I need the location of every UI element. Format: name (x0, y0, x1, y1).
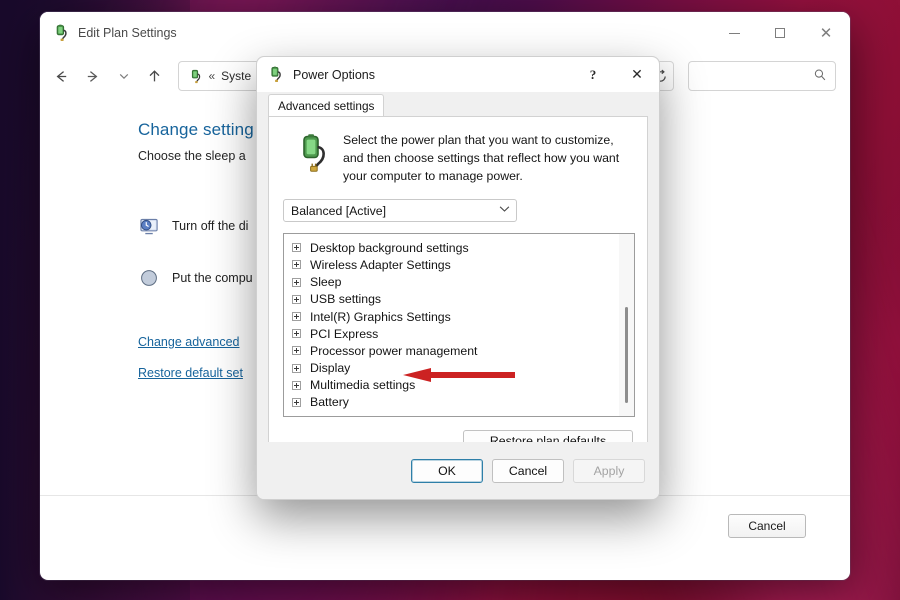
list-item-label: Display (310, 361, 351, 376)
setting-label: Turn off the di (172, 219, 249, 233)
list-item-label: Wireless Adapter Settings (310, 257, 451, 272)
list-item-label: USB settings (310, 292, 382, 307)
scrollbar[interactable] (619, 234, 634, 417)
list-item[interactable]: Processor power management (292, 342, 634, 359)
dialog-titlebar: Power Options ? ✕ (257, 57, 659, 92)
cancel-button[interactable]: Cancel (492, 458, 564, 483)
expand-plus-icon[interactable] (292, 380, 301, 390)
dialog-panel: Select the power plan that you want to c… (268, 116, 648, 464)
monitor-clock-icon (138, 215, 160, 237)
expand-plus-icon[interactable] (292, 363, 301, 373)
tab-label: Advanced settings (278, 98, 375, 113)
tree-items: Desktop background settings Wireless Ada… (284, 234, 634, 411)
power-plug-battery-icon (52, 24, 70, 42)
maximize-icon[interactable] (757, 12, 802, 54)
forward-arrow-icon[interactable] (79, 60, 106, 92)
power-plug-battery-icon (267, 66, 284, 83)
tab-strip: Advanced settings (257, 92, 659, 116)
list-item-label: PCI Express (310, 326, 379, 341)
chevron-down-icon[interactable] (499, 205, 510, 216)
list-item-label: Processor power management (310, 343, 478, 358)
back-arrow-icon[interactable] (48, 60, 75, 92)
expand-plus-icon[interactable] (292, 397, 301, 407)
list-item[interactable]: Sleep (292, 274, 634, 291)
advanced-settings-tree[interactable]: Desktop background settings Wireless Ada… (283, 233, 635, 418)
up-arrow-icon[interactable] (141, 60, 168, 92)
scrollbar-thumb[interactable] (625, 307, 628, 404)
list-item[interactable]: USB settings (292, 291, 634, 308)
expand-plus-icon[interactable] (292, 243, 301, 253)
list-item[interactable]: Wireless Adapter Settings (292, 256, 634, 273)
help-icon[interactable]: ? (571, 57, 615, 92)
search-box[interactable] (688, 61, 836, 91)
power-plan-value: Balanced [Active] (291, 203, 387, 218)
search-input[interactable] (697, 69, 809, 83)
list-item-label: Sleep (310, 275, 342, 290)
dialog-footer: OK Cancel Apply (257, 442, 659, 499)
window-title: Edit Plan Settings (78, 26, 177, 40)
list-item[interactable]: Display (292, 360, 634, 377)
power-plug-battery-icon (296, 134, 330, 172)
expand-plus-icon[interactable] (292, 294, 301, 304)
breadcrumb[interactable]: Syste (221, 69, 251, 83)
chevron-down-icon[interactable] (110, 60, 137, 92)
power-plan-select[interactable]: Balanced [Active] (283, 199, 517, 223)
intro-text: Select the power plan that you want to c… (343, 133, 620, 184)
list-item[interactable]: PCI Express (292, 325, 634, 342)
ok-button[interactable]: OK (411, 458, 483, 483)
expand-plus-icon[interactable] (292, 346, 301, 356)
expand-plus-icon[interactable] (292, 260, 301, 270)
power-plug-battery-icon (187, 68, 203, 84)
list-item-label: Intel(R) Graphics Settings (310, 309, 451, 324)
power-options-dialog: Power Options ? ✕ Advanced settings Sele… (256, 56, 660, 500)
help-glyph: ? (589, 66, 597, 82)
list-item-multimedia-settings[interactable]: Multimedia settings (292, 377, 634, 394)
tab-advanced-settings[interactable]: Advanced settings (268, 94, 385, 116)
dialog-title: Power Options (293, 67, 375, 82)
search-icon[interactable] (813, 68, 827, 85)
list-item-label: Battery (310, 395, 349, 410)
list-item[interactable]: Intel(R) Graphics Settings (292, 308, 634, 325)
list-item-label: Multimedia settings (310, 378, 416, 393)
sleep-moon-icon (138, 267, 160, 289)
setting-label: Put the compu (172, 271, 253, 285)
desktop: Edit Plan Settings ✕ « Syste Change sett… (0, 0, 900, 600)
expand-plus-icon[interactable] (292, 312, 301, 322)
minimize-icon[interactable] (712, 12, 757, 54)
list-item[interactable]: Desktop background settings (292, 239, 634, 256)
window-controls: ✕ (712, 12, 850, 54)
apply-button[interactable]: Apply (573, 458, 645, 483)
cancel-button[interactable]: Cancel (728, 514, 806, 538)
close-icon[interactable]: ✕ (802, 12, 850, 54)
close-glyph: ✕ (631, 66, 643, 83)
window-titlebar: Edit Plan Settings ✕ (40, 12, 850, 54)
close-icon[interactable]: ✕ (615, 57, 659, 92)
expand-plus-icon[interactable] (292, 329, 301, 339)
intro-block: Select the power plan that you want to c… (282, 131, 634, 185)
breadcrumb-overflow[interactable]: « (208, 69, 215, 83)
expand-plus-icon[interactable] (292, 277, 301, 287)
list-item[interactable]: Battery (292, 394, 634, 411)
dialog-controls: ? ✕ (571, 57, 659, 92)
list-item-label: Desktop background settings (310, 240, 469, 255)
